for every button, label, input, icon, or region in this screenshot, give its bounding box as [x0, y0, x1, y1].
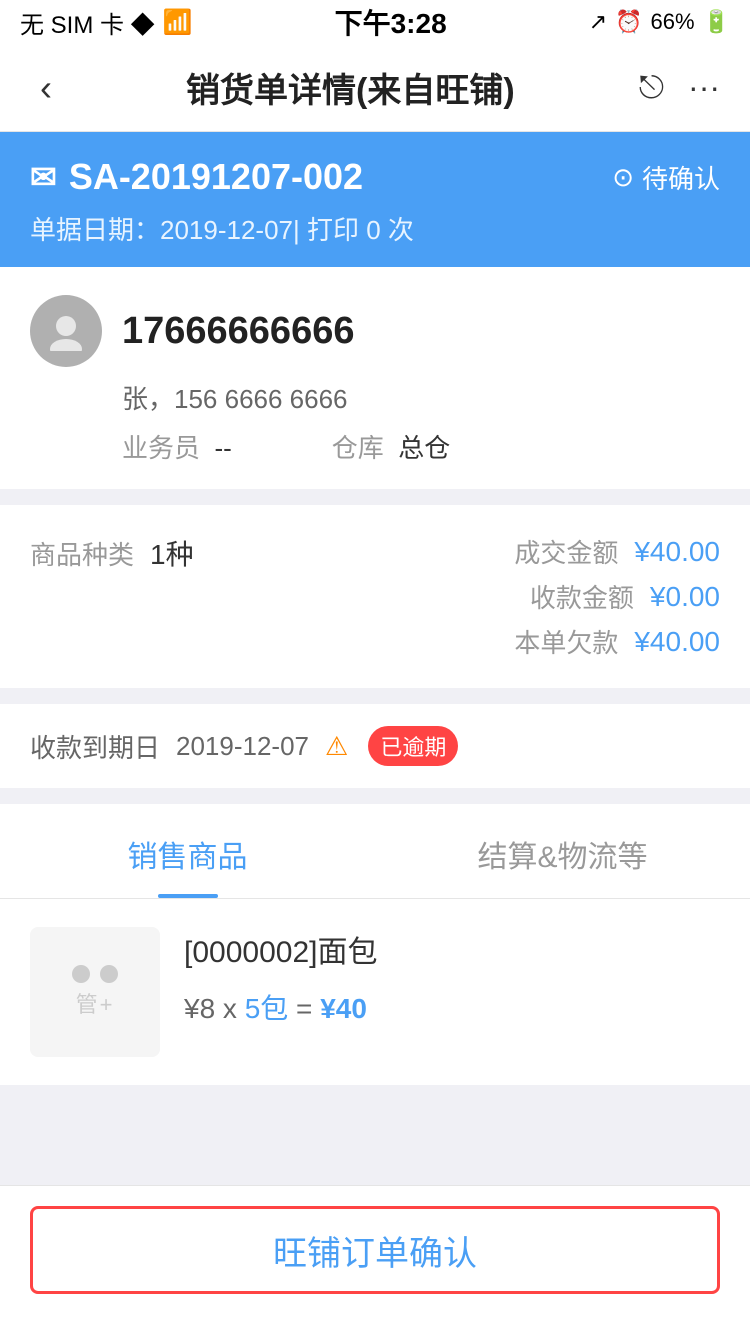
warehouse-value: 总仓 [398, 433, 450, 463]
confirm-button-container: 旺铺订单确认 [0, 1185, 750, 1334]
confirm-order-button[interactable]: 旺铺订单确认 [30, 1206, 720, 1294]
price-base: ¥8 x [184, 993, 245, 1024]
owed-value: ¥40.00 [634, 626, 720, 658]
customer-phone: 17666666666 [122, 310, 354, 353]
status-clock-icon: ⊙ [612, 162, 634, 193]
product-name: [0000002]面包 [184, 927, 720, 971]
due-date-value: 2019-12-07 [176, 731, 309, 762]
owl-logo-text: 管+ [76, 987, 115, 1019]
nav-bar: ‹ 销货单详情(来自旺铺) ⎋ ··· [0, 44, 750, 132]
battery-level: 66% [651, 9, 695, 35]
status-text: 待确认 [642, 159, 720, 196]
owed-label: 本单欠款 [514, 623, 618, 660]
customer-name: 张，156 6666 6666 [30, 379, 720, 416]
tab-settlement[interactable]: 结算&物流等 [375, 804, 750, 898]
product-price: ¥8 x 5包 = ¥40 [184, 987, 720, 1027]
status-bar: 无 SIM 卡 ◆ 📶 下午3:28 ↗ ⏰ 66% 🔋 [0, 0, 750, 44]
order-id-text: SA-20191207-002 [69, 156, 363, 198]
product-thumbnail: 管+ [30, 927, 160, 1057]
overdue-badge: 已逾期 [368, 726, 458, 766]
nav-actions: ⎋ ··· [639, 69, 720, 107]
salesperson-label: 业务员 [122, 433, 200, 463]
customer-section: 17666666666 张，156 6666 6666 业务员 -- 仓库 总仓 [0, 267, 750, 489]
summary-section: 商品种类 1种 成交金额 ¥40.00 收款金额 ¥0.00 本单欠款 ¥40.… [0, 505, 750, 688]
customer-avatar [30, 295, 102, 367]
alarm-icon: ⏰ [615, 9, 642, 35]
received-row: 收款金额 ¥0.00 [530, 578, 720, 615]
owl-eye-right [100, 965, 118, 983]
product-type-value: 1种 [150, 533, 194, 573]
product-total: ¥40 [320, 993, 367, 1024]
page-title: 销货单详情(来自旺铺) [62, 63, 639, 112]
received-label: 收款金额 [530, 578, 634, 615]
wifi-icon: 📶 [163, 8, 193, 37]
salesperson-value: -- [214, 433, 231, 463]
amount-label: 成交金额 [514, 533, 618, 570]
owl-eye-left [72, 965, 90, 983]
product-section: 管+ [0000002]面包 ¥8 x 5包 = ¥40 [0, 899, 750, 1085]
owed-row: 本单欠款 ¥40.00 [514, 623, 720, 660]
product-type: 商品种类 1种 [30, 533, 194, 573]
product-item: 管+ [0000002]面包 ¥8 x 5包 = ¥40 [30, 927, 720, 1057]
order-date: 单据日期：2019-12-07| 打印 0 次 [30, 210, 720, 247]
product-type-label: 商品种类 [30, 535, 134, 572]
order-icon: ✉ [30, 158, 57, 196]
tabs-row: 销售商品 结算&物流等 [0, 804, 750, 899]
financial-summary: 成交金额 ¥40.00 收款金额 ¥0.00 本单欠款 ¥40.00 [514, 533, 720, 660]
order-id: ✉ SA-20191207-002 [30, 156, 363, 198]
sim-status: 无 SIM 卡 ◆ [20, 5, 155, 40]
due-date-section: 收款到期日 2019-12-07 ⚠ 已逾期 [0, 704, 750, 788]
amount-value: ¥40.00 [634, 536, 720, 568]
more-button[interactable]: ··· [688, 69, 720, 106]
warehouse-label: 仓库 [332, 433, 384, 463]
status-bar-right: ↗ ⏰ 66% 🔋 [589, 9, 730, 35]
customer-meta: 业务员 -- 仓库 总仓 [30, 428, 720, 465]
product-info: [0000002]面包 ¥8 x 5包 = ¥40 [184, 927, 720, 1027]
tab-sales-products[interactable]: 销售商品 [0, 804, 375, 898]
warning-icon: ⚠ [325, 731, 348, 762]
share-button[interactable]: ⎋ [639, 69, 664, 107]
status-bar-time: 下午3:28 [335, 2, 447, 42]
battery-icon: 🔋 [703, 9, 730, 35]
back-button[interactable]: ‹ [30, 57, 62, 119]
order-header: ✉ SA-20191207-002 ⊙ 待确认 单据日期：2019-12-07|… [0, 132, 750, 267]
received-value: ¥0.00 [650, 581, 720, 613]
equals-sign: = [288, 993, 320, 1024]
location-icon: ↗ [589, 9, 607, 35]
product-qty: 5包 [245, 993, 289, 1024]
amount-row: 成交金额 ¥40.00 [514, 533, 720, 570]
tabs-section: 销售商品 结算&物流等 [0, 804, 750, 899]
status-bar-left: 无 SIM 卡 ◆ 📶 [20, 5, 193, 40]
order-status: ⊙ 待确认 [612, 159, 720, 196]
due-date-label: 收款到期日 [30, 728, 160, 765]
